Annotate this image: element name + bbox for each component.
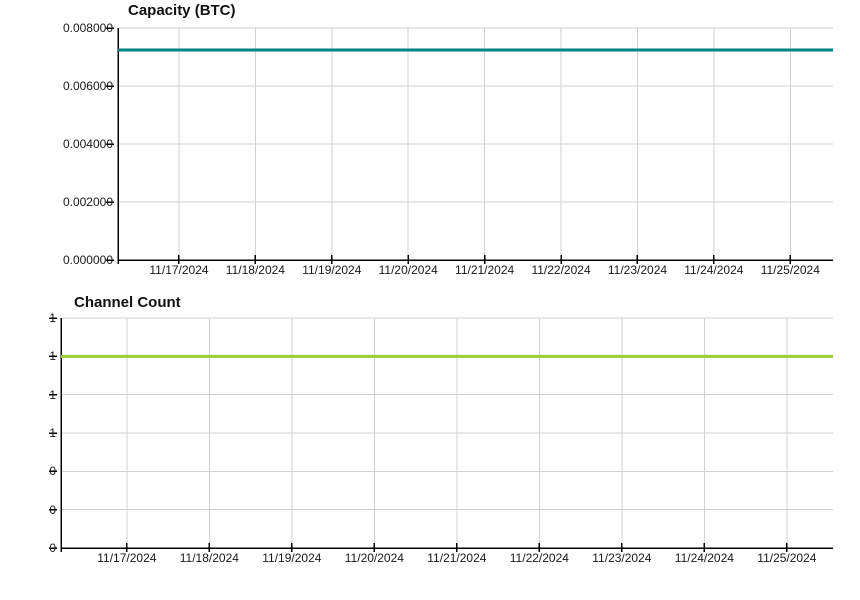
channel-count-chart-title: Channel Count [74,294,181,311]
y-tick-label: 0.008000 [62,21,113,35]
x-tick-label: 11/19/2024 [262,551,322,565]
y-tick-label: 0.006000 [62,79,113,93]
x-tick-label: 11/21/2024 [427,551,487,565]
x-tick-label: 11/21/2024 [455,263,515,277]
y-tick-label: 1 [49,349,56,364]
y-tick-label: 0 [49,541,56,555]
x-tick-label: 11/20/2024 [344,551,404,565]
lightning-node-charts: Capacity (BTC) Channel Count 0.008000 0.0… [0,0,860,600]
y-tick-label: 0 [49,464,56,479]
x-tick-label: 11/23/2024 [607,263,668,277]
x-tick-label: 11/25/2024 [760,263,820,277]
capacity-chart-group [106,27,833,264]
y-tick-label: 1 [49,387,56,402]
y-tick-label: 0 [49,502,56,517]
y-tick-label: 0.000000 [62,253,113,267]
y-tick-label: 1 [49,311,56,325]
x-tick-label: 11/24/2024 [674,551,734,565]
capacity-chart-title: Capacity (BTC) [128,2,236,19]
x-tick-label: 11/18/2024 [225,263,285,277]
channel-count-chart-group [49,317,833,552]
y-tick-label: 1 [49,426,56,440]
x-tick-label: 11/23/2024 [592,551,652,565]
x-tick-label: 11/22/2024 [509,551,569,565]
y-tick-label: 0.002000 [62,195,113,209]
x-tick-label: 11/17/2024 [149,263,209,277]
x-tick-label: 11/19/2024 [302,263,362,277]
y-tick-label: 0.004000 [62,137,113,151]
x-tick-label: 11/18/2024 [179,551,239,565]
x-tick-label: 11/17/2024 [97,551,157,565]
x-tick-label: 11/25/2024 [757,551,817,565]
x-tick-label: 11/24/2024 [684,263,744,277]
x-tick-label: 11/20/2024 [378,263,438,277]
x-tick-label: 11/22/2024 [531,263,591,277]
